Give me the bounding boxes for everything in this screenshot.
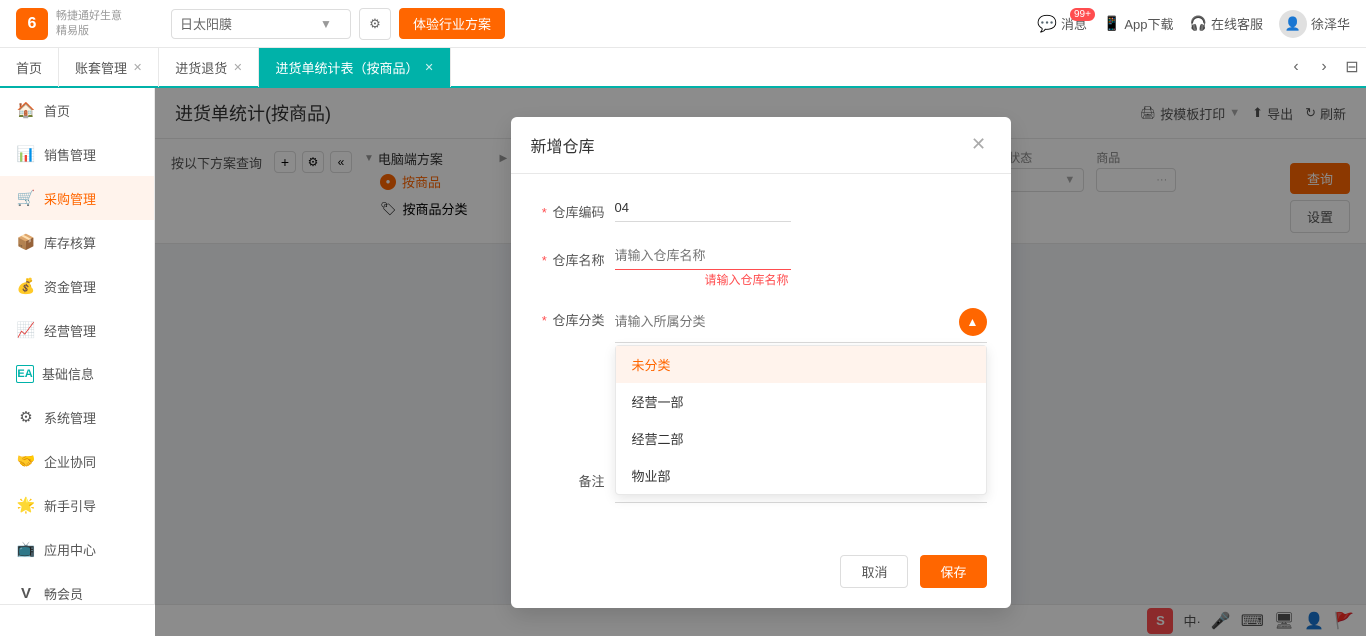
required-star-code: * [542, 205, 547, 220]
warehouse-code-input[interactable] [615, 194, 791, 222]
user-menu-button[interactable]: 👤 徐泽华 [1279, 10, 1350, 38]
tab-close-purchase-stats[interactable]: ✕ [425, 61, 434, 74]
warehouse-name-row: * 仓库名称 请输入仓库名称 [535, 242, 987, 270]
dropdown-option-unclassified[interactable]: 未分类 [616, 346, 986, 383]
header-search-box[interactable]: ▼ [171, 9, 351, 39]
collab-icon: 🤝 [16, 451, 36, 471]
operations-icon: 📈 [16, 320, 36, 340]
category-toggle-button[interactable]: ▲ [959, 308, 987, 336]
warehouse-code-wrapper [615, 194, 987, 222]
modal-footer: 取消 保存 [511, 543, 1011, 608]
content-inner: 进货单统计(按商品) 🖨 按模板打印 ▼ ⬆ 导出 ↻ 刷新 [155, 88, 1366, 636]
apps-icon: 📺 [16, 539, 36, 559]
tab-close-account[interactable]: ✕ [133, 61, 142, 74]
warehouse-code-label: * 仓库编码 [535, 194, 615, 221]
sales-icon: 📊 [16, 144, 36, 164]
search-input[interactable] [180, 16, 320, 31]
notifications-button[interactable]: 💬 消息 99+ [1037, 14, 1087, 34]
sidebar: 🏠 首页 📊 销售管理 🛒 采购管理 📦 库存核算 💰 资金管理 📈 经营管理 … [0, 88, 155, 636]
sidebar-item-collab[interactable]: 🤝 企业协同 [0, 439, 154, 483]
warehouse-category-row: * 仓库分类 ▲ 未分类 [535, 302, 987, 343]
tab-scroll-right[interactable]: › [1310, 53, 1338, 81]
main-layout: 🏠 首页 📊 销售管理 🛒 采购管理 📦 库存核算 💰 资金管理 📈 经营管理 … [0, 88, 1366, 636]
tab-purchase-return[interactable]: 进货退货 ✕ [159, 47, 259, 87]
warehouse-name-label: * 仓库名称 [535, 242, 615, 269]
remark-label: 备注 [535, 463, 615, 490]
modal-body: * 仓库编码 * 仓库名称 [511, 174, 1011, 543]
warehouse-name-wrapper: 请输入仓库名称 [615, 242, 987, 270]
trial-button[interactable]: 体验行业方案 [399, 8, 505, 39]
required-star-category: * [542, 313, 547, 328]
customer-service-button[interactable]: 🎧 在线客服 [1190, 14, 1263, 33]
tab-bar: 首页 账套管理 ✕ 进货退货 ✕ 进货单统计表（按商品） ✕ ‹ › ⊟ [0, 48, 1366, 88]
dropdown-option-dept1[interactable]: 经营一部 [616, 383, 986, 420]
tab-close-purchase-return[interactable]: ✕ [233, 61, 242, 74]
logo-area: 6 畅捷通好生意 精易版 [16, 8, 171, 40]
dropdown-option-dept3[interactable]: 物业部 [616, 457, 986, 494]
inventory-icon: 📦 [16, 232, 36, 252]
content-area: 进货单统计(按商品) 🖨 按模板打印 ▼ ⬆ 导出 ↻ 刷新 [155, 88, 1366, 636]
modal-header: 新增仓库 ✕ [511, 117, 1011, 174]
tab-scroll-left[interactable]: ‹ [1282, 53, 1310, 81]
sidebar-item-inventory[interactable]: 📦 库存核算 [0, 220, 154, 264]
sidebar-item-finance[interactable]: 💰 资金管理 [0, 264, 154, 308]
modal-close-button[interactable]: ✕ [967, 133, 991, 157]
sidebar-item-guide[interactable]: 🌟 新手引导 [0, 483, 154, 527]
purchase-icon: 🛒 [16, 188, 36, 208]
category-input[interactable] [615, 314, 959, 329]
sidebar-item-basic-info[interactable]: EA 基础信息 [0, 352, 154, 395]
search-dropdown-arrow[interactable]: ▼ [320, 17, 332, 31]
warehouse-category-wrapper: ▲ 未分类 经营一部 经营二部 物业部 [615, 302, 987, 343]
user-avatar: 👤 [1279, 10, 1307, 38]
tab-menu[interactable]: ⊟ [1338, 53, 1366, 81]
warehouse-name-error: 请输入仓库名称 [705, 271, 789, 288]
sidebar-item-home[interactable]: 🏠 首页 [0, 88, 154, 132]
category-dropdown: 未分类 经营一部 经营二部 物业部 [615, 345, 987, 495]
sidebar-item-system[interactable]: ⚙ 系统管理 [0, 395, 154, 439]
system-icon: ⚙ [16, 407, 36, 427]
tab-home[interactable]: 首页 [0, 47, 59, 87]
notification-badge: 99+ [1070, 8, 1095, 21]
cancel-button[interactable]: 取消 [840, 555, 908, 588]
app-download-button[interactable]: 📱 App下载 [1103, 14, 1174, 33]
sidebar-item-purchase[interactable]: 🛒 采购管理 [0, 176, 154, 220]
tab-purchase-stats[interactable]: 进货单统计表（按商品） ✕ [259, 47, 450, 87]
warehouse-name-input[interactable] [615, 242, 791, 270]
warehouse-category-label: * 仓库分类 [535, 302, 615, 329]
top-header: 6 畅捷通好生意 精易版 ▼ ⚙ 体验行业方案 💬 消息 99+ 📱 App下载… [0, 0, 1366, 48]
tab-account[interactable]: 账套管理 ✕ [59, 47, 159, 87]
warehouse-code-row: * 仓库编码 [535, 194, 987, 222]
modal-title: 新增仓库 [531, 133, 595, 157]
settings-icon-button[interactable]: ⚙ [359, 8, 391, 40]
basic-info-icon: EA [16, 365, 34, 383]
sidebar-item-sales[interactable]: 📊 销售管理 [0, 132, 154, 176]
sidebar-item-operations[interactable]: 📈 经营管理 [0, 308, 154, 352]
header-right-area: 💬 消息 99+ 📱 App下载 🎧 在线客服 👤 徐泽华 [1037, 10, 1350, 38]
modal-overlay: 新增仓库 ✕ * 仓库编码 [155, 88, 1366, 636]
category-select[interactable]: ▲ [615, 302, 987, 343]
save-button[interactable]: 保存 [920, 555, 986, 588]
logo-icon: 6 [16, 8, 48, 40]
finance-icon: 💰 [16, 276, 36, 296]
sidebar-item-apps[interactable]: 📺 应用中心 [0, 527, 154, 571]
dropdown-option-dept2[interactable]: 经营二部 [616, 420, 986, 457]
home-icon: 🏠 [16, 100, 36, 120]
vip-icon: V [16, 583, 36, 603]
new-warehouse-modal: 新增仓库 ✕ * 仓库编码 [511, 117, 1011, 608]
logo-text: 畅捷通好生意 精易版 [56, 9, 122, 38]
guide-icon: 🌟 [16, 495, 36, 515]
required-star-name: * [542, 253, 547, 268]
